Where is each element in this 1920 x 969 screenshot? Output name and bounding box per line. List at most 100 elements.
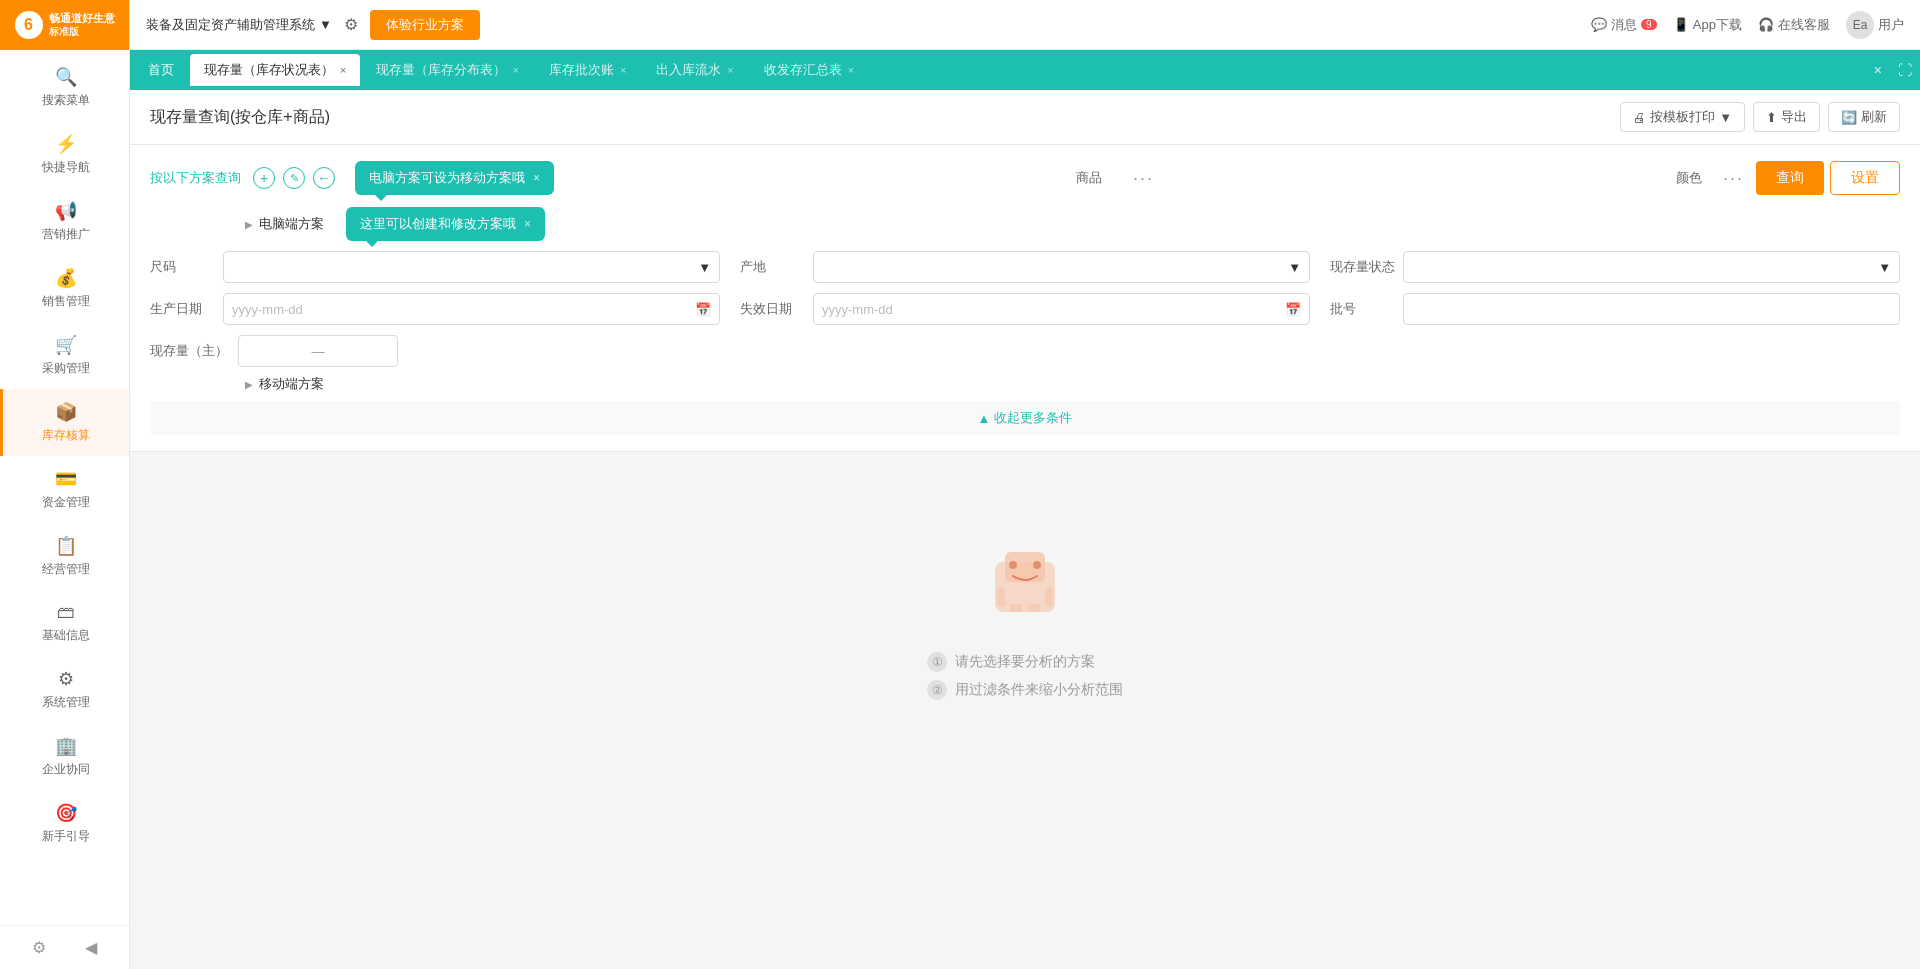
- sidebar-label-enterprise: 企业协同: [42, 761, 90, 778]
- edit-scheme-btn[interactable]: ✎: [283, 167, 305, 189]
- tab-close-inventory-dist[interactable]: ×: [512, 64, 518, 76]
- refresh-btn[interactable]: 🔄 刷新: [1828, 102, 1900, 132]
- finance-icon: 💳: [55, 468, 77, 490]
- print-icon: 🖨: [1633, 110, 1646, 125]
- exp-date-label: 失效日期: [740, 300, 805, 318]
- batch-input[interactable]: [1403, 293, 1900, 325]
- logo: 6 畅通道好生意 标准版: [0, 0, 129, 50]
- collapse-up-icon: ▲: [978, 411, 991, 426]
- system-title: 装备及固定资产辅助管理系统: [146, 16, 315, 34]
- color-more-btn[interactable]: ···: [1723, 168, 1744, 189]
- tab-inventory-dist[interactable]: 现存量（库存分布表） ×: [362, 54, 532, 86]
- svg-rect-6: [1010, 604, 1022, 612]
- back-scheme-btn[interactable]: ←: [313, 167, 335, 189]
- search-btn[interactable]: 查询: [1756, 161, 1824, 195]
- online-service-btn[interactable]: 🎧 在线客服: [1758, 16, 1830, 34]
- tab-bar: 首页 现存量（库存状况表） × 现存量（库存分布表） × 库存批次账 × 出入库…: [130, 50, 1920, 90]
- sidebar-bottom: ⚙ ◀: [0, 925, 129, 969]
- tab-close-batch[interactable]: ×: [620, 64, 626, 76]
- sidebar-item-operations[interactable]: 📋 经营管理: [0, 523, 129, 590]
- message-btn[interactable]: 💬 消息 9: [1591, 16, 1657, 34]
- tab-inout-flow[interactable]: 出入库流水 ×: [642, 54, 747, 86]
- filter-item-exp-date: 失效日期 yyyy-mm-dd 📅: [740, 293, 1310, 325]
- template-print-btn[interactable]: 🖨 按模板打印 ▼: [1620, 102, 1745, 132]
- app-download-label: App下载: [1693, 16, 1742, 34]
- reset-btn[interactable]: 设置: [1830, 161, 1900, 195]
- filter-scheme-row: 按以下方案查询 + ✎ ← 电脑方案可设为移动方案哦 × 商品 ···: [150, 161, 1900, 195]
- sidebar-item-nav[interactable]: ⚡ 快捷导航: [0, 121, 129, 188]
- empty-state: ① 请先选择要分析的方案 ② 用过滤条件来缩小分析范围: [130, 452, 1920, 788]
- sidebar-item-search[interactable]: 🔍 搜索菜单: [0, 54, 129, 121]
- industry-btn[interactable]: 体验行业方案: [370, 10, 480, 40]
- top-header: 装备及固定资产辅助管理系统 ▼ ⚙ 体验行业方案 💬 消息 9 📱 App下载 …: [130, 0, 1920, 50]
- origin-select[interactable]: ▼: [813, 251, 1310, 283]
- sidebar-label-system: 系统管理: [42, 694, 90, 711]
- sidebar-label-operations: 经营管理: [42, 561, 90, 578]
- filter-item-prod-date: 生产日期 yyyy-mm-dd 📅: [150, 293, 720, 325]
- sidebar-item-enterprise[interactable]: 🏢 企业协同: [0, 723, 129, 790]
- size-select[interactable]: ▼: [223, 251, 720, 283]
- pc-scheme-label: 电脑端方案: [259, 215, 324, 233]
- tab-home[interactable]: 首页: [134, 54, 188, 86]
- nav-icon: ⚡: [55, 133, 77, 155]
- tab-inventory-status[interactable]: 现存量（库存状况表） ×: [190, 54, 360, 86]
- sidebar-item-purchase[interactable]: 🛒 采购管理: [0, 322, 129, 389]
- service-icon: 🎧: [1758, 17, 1774, 32]
- sidebar-item-sales[interactable]: 💰 销售管理: [0, 255, 129, 322]
- sidebar-item-inventory[interactable]: 📦 库存核算: [0, 389, 129, 456]
- tab-close-inout[interactable]: ×: [727, 64, 733, 76]
- mobile-scheme-label: 移动端方案: [259, 375, 324, 393]
- settings-gear-btn[interactable]: ⚙: [344, 15, 358, 34]
- sidebar-item-basic[interactable]: 🗃 基础信息: [0, 590, 129, 656]
- system-title-dropdown[interactable]: 装备及固定资产辅助管理系统 ▼: [146, 16, 332, 34]
- app-download-btn[interactable]: 📱 App下载: [1673, 16, 1742, 34]
- tab-batch-account[interactable]: 库存批次账 ×: [535, 54, 640, 86]
- marketing-icon: 📢: [55, 200, 77, 222]
- sidebar-item-guide[interactable]: 🎯 新手引导: [0, 790, 129, 857]
- exp-date-input[interactable]: yyyy-mm-dd 📅: [813, 293, 1310, 325]
- step-num-2: ②: [927, 680, 947, 700]
- user-menu[interactable]: Ea 用户: [1846, 11, 1904, 39]
- scheme-tooltip2-wrapper: 这里可以创建和修改方案哦 ×: [346, 207, 545, 241]
- product-more-btn[interactable]: ···: [1133, 168, 1154, 189]
- system-icon: ⚙: [58, 668, 74, 690]
- sidebar-item-finance[interactable]: 💳 资金管理: [0, 456, 129, 523]
- main-content: 装备及固定资产辅助管理系统 ▼ ⚙ 体验行业方案 💬 消息 9 📱 App下载 …: [130, 0, 1920, 969]
- svg-rect-4: [997, 587, 1005, 607]
- calendar-icon: 📅: [695, 302, 711, 317]
- tab-close-inventory-status[interactable]: ×: [340, 64, 346, 76]
- tab-close-receive[interactable]: ×: [848, 64, 854, 76]
- batch-label: 批号: [1330, 300, 1395, 318]
- prod-date-input[interactable]: yyyy-mm-dd 📅: [223, 293, 720, 325]
- collapse-sidebar-btn[interactable]: ◀: [85, 938, 97, 957]
- tab-receive-summary[interactable]: 收发存汇总表 ×: [750, 54, 868, 86]
- scheme-tooltip-1: 电脑方案可设为移动方案哦 ×: [355, 161, 554, 195]
- sidebar-label-inventory: 库存核算: [42, 427, 90, 444]
- add-scheme-btn[interactable]: +: [253, 167, 275, 189]
- export-btn[interactable]: ⬆ 导出: [1753, 102, 1820, 132]
- collapse-bar[interactable]: ▲ 收起更多条件: [150, 401, 1900, 435]
- close-all-tabs-btn[interactable]: ×: [1870, 58, 1886, 82]
- sidebar-item-marketing[interactable]: 📢 营销推广: [0, 188, 129, 255]
- sidebar-nav: 🔍 搜索菜单 ⚡ 快捷导航 📢 营销推广 💰 销售管理 🛒 采购管理 📦 库存核…: [0, 50, 129, 925]
- step-1-text: 请先选择要分析的方案: [955, 653, 1095, 671]
- origin-label: 产地: [740, 258, 805, 276]
- svg-rect-5: [1045, 587, 1053, 607]
- tab-bar-actions: × ⛶: [1870, 58, 1916, 82]
- sales-icon: 💰: [55, 267, 77, 289]
- sidebar-item-system[interactable]: ⚙ 系统管理: [0, 656, 129, 723]
- step-2-text: 用过滤条件来缩小分析范围: [955, 681, 1123, 699]
- stock-qty-input[interactable]: —: [238, 335, 398, 367]
- settings-bottom-btn[interactable]: ⚙: [32, 938, 46, 957]
- operations-icon: 📋: [55, 535, 77, 557]
- sidebar-label-guide: 新手引导: [42, 828, 90, 845]
- minimize-btn[interactable]: ⛶: [1894, 58, 1916, 82]
- logo-name: 畅通道好生意: [49, 11, 115, 25]
- tab-inout-label: 出入库流水: [656, 61, 721, 79]
- tooltip1-close-btn[interactable]: ×: [533, 171, 540, 185]
- tooltip2-close-btn[interactable]: ×: [524, 217, 531, 231]
- prod-date-label: 生产日期: [150, 300, 215, 318]
- print-dropdown-icon: ▼: [1719, 110, 1732, 125]
- online-service-label: 在线客服: [1778, 16, 1830, 34]
- stock-status-select[interactable]: ▼: [1403, 251, 1900, 283]
